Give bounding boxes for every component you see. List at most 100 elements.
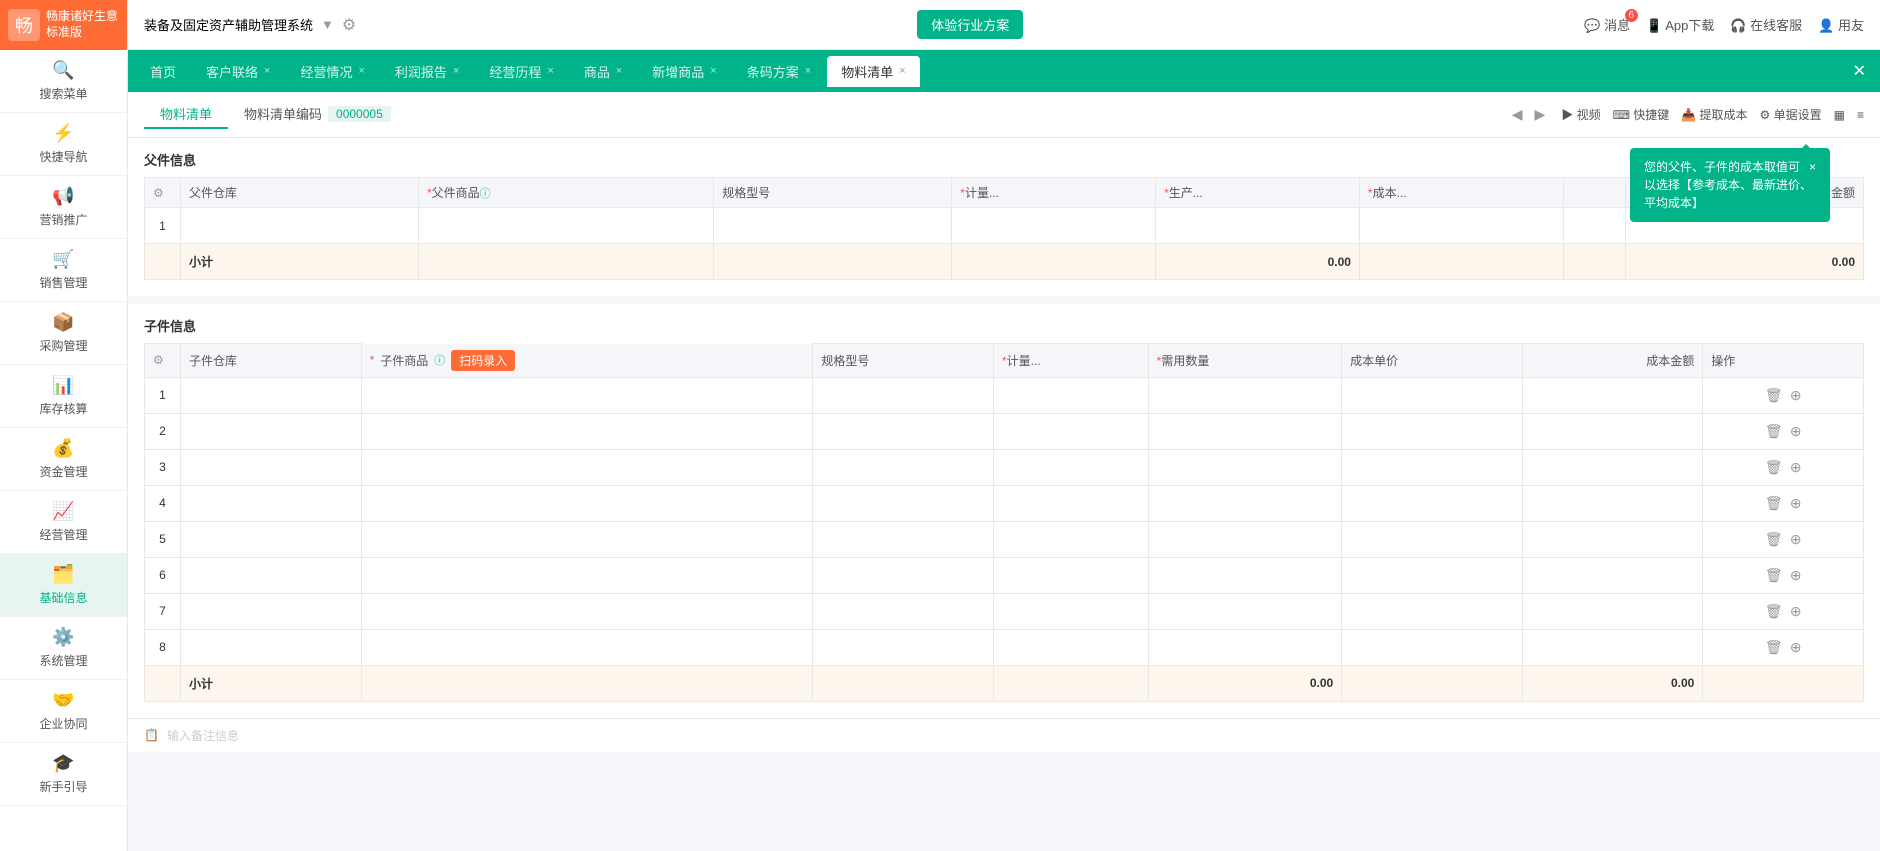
copy-icon-7[interactable]: ⊕	[1790, 603, 1802, 619]
sidebar-item-11[interactable]: 🎓新手引导	[0, 743, 127, 806]
tab-close-3[interactable]: ×	[453, 65, 459, 77]
settings-icon[interactable]: ⚙	[342, 15, 356, 35]
child-qty-cell-8[interactable]	[1148, 629, 1342, 665]
app-download-btn[interactable]: 📱 App下载	[1646, 15, 1714, 34]
extract-cost-action[interactable]: 📥 提取成本	[1681, 106, 1747, 123]
delete-icon-5[interactable]: 🗑	[1765, 531, 1783, 547]
sidebar-item-1[interactable]: ⚡快捷导航	[0, 113, 127, 176]
list-view-icon[interactable]: ≡	[1857, 108, 1864, 122]
child-amount-cell-7[interactable]	[1522, 593, 1703, 629]
delete-icon-4[interactable]: 🗑	[1765, 495, 1783, 511]
tab-close-5[interactable]: ×	[616, 65, 622, 77]
child-unit-cost-cell-8[interactable]	[1342, 629, 1523, 665]
child-spec-cell-1[interactable]	[813, 377, 994, 413]
sidebar-item-10[interactable]: 🤝企业协同	[0, 680, 127, 743]
nav-tab-2[interactable]: 经营情况 ×	[286, 56, 378, 87]
sidebar-item-5[interactable]: 📊库存核算	[0, 365, 127, 428]
view-action[interactable]: ▶ 视频	[1561, 106, 1600, 123]
tab-close-6[interactable]: ×	[710, 65, 716, 77]
child-amount-cell-1[interactable]	[1522, 377, 1703, 413]
child-warehouse-cell-5[interactable]	[181, 521, 362, 557]
child-qty-cell-1[interactable]	[1148, 377, 1342, 413]
parent-th-settings[interactable]: ⚙	[145, 178, 181, 208]
child-warehouse-cell-1[interactable]	[181, 377, 362, 413]
hint-text[interactable]: 输入备注信息	[167, 727, 239, 744]
child-warehouse-cell-2[interactable]	[181, 413, 362, 449]
tab-close-4[interactable]: ×	[547, 65, 553, 77]
tab-close-1[interactable]: ×	[264, 65, 270, 77]
delete-icon-1[interactable]: 🗑	[1765, 387, 1783, 403]
child-unit-cost-cell-3[interactable]	[1342, 449, 1523, 485]
sidebar-item-8[interactable]: 🗂️基础信息	[0, 554, 127, 617]
nav-tab-6[interactable]: 新增商品 ×	[638, 56, 730, 87]
tooltip-close-btn[interactable]: ×	[1809, 158, 1816, 176]
parent-spec-cell[interactable]	[714, 208, 952, 244]
child-amount-cell-2[interactable]	[1522, 413, 1703, 449]
tab-close-8[interactable]: ×	[899, 65, 905, 77]
child-amount-cell-3[interactable]	[1522, 449, 1703, 485]
delete-icon-6[interactable]: 🗑	[1765, 567, 1783, 583]
child-qty-cell-4[interactable]	[1148, 485, 1342, 521]
child-amount-cell-6[interactable]	[1522, 557, 1703, 593]
child-product-cell-5[interactable]	[361, 521, 813, 557]
child-unit-cost-cell-4[interactable]	[1342, 485, 1523, 521]
parent-cost-cell[interactable]	[1359, 208, 1563, 244]
sidebar-item-4[interactable]: 📦采购管理	[0, 302, 127, 365]
child-unit-cost-cell-6[interactable]	[1342, 557, 1523, 593]
sidebar-item-0[interactable]: 🔍搜索菜单	[0, 50, 127, 113]
copy-icon-4[interactable]: ⊕	[1790, 495, 1802, 511]
child-unit-cost-cell-2[interactable]	[1342, 413, 1523, 449]
grid-view-icon[interactable]: ▦	[1834, 108, 1845, 122]
nav-tab-7[interactable]: 条码方案 ×	[733, 56, 825, 87]
child-unit-cell-6[interactable]	[993, 557, 1148, 593]
child-unit-cell-2[interactable]	[993, 413, 1148, 449]
scan-input-button[interactable]: 扫码录入	[451, 350, 515, 371]
sidebar-item-7[interactable]: 📈经营管理	[0, 491, 127, 554]
user-avatar[interactable]: 👤 用友	[1818, 15, 1864, 34]
child-warehouse-cell-3[interactable]	[181, 449, 362, 485]
child-warehouse-cell-7[interactable]	[181, 593, 362, 629]
child-unit-cost-cell-7[interactable]	[1342, 593, 1523, 629]
nav-tab-5[interactable]: 商品 ×	[570, 56, 636, 87]
child-unit-cell-4[interactable]	[993, 485, 1148, 521]
parent-gear-icon[interactable]: ⚙	[153, 186, 164, 200]
child-spec-cell-2[interactable]	[813, 413, 994, 449]
child-warehouse-cell-6[interactable]	[181, 557, 362, 593]
tab-close-7[interactable]: ×	[805, 65, 811, 77]
nav-tab-8[interactable]: 物料清单 ×	[827, 56, 919, 87]
delete-icon-2[interactable]: 🗑	[1765, 423, 1783, 439]
sidebar-item-3[interactable]: 🛒销售管理	[0, 239, 127, 302]
sidebar-item-2[interactable]: 📢营销推广	[0, 176, 127, 239]
child-unit-cell-5[interactable]	[993, 521, 1148, 557]
child-unit-cost-cell-5[interactable]	[1342, 521, 1523, 557]
copy-icon-5[interactable]: ⊕	[1790, 531, 1802, 547]
copy-icon-2[interactable]: ⊕	[1790, 423, 1802, 439]
child-product-cell-6[interactable]	[361, 557, 813, 593]
shortcut-action[interactable]: ⌨ 快捷键	[1613, 106, 1670, 123]
copy-icon-1[interactable]: ⊕	[1790, 387, 1802, 403]
online-service-btn[interactable]: 🎧 在线客服	[1730, 15, 1802, 34]
sidebar-item-9[interactable]: ⚙️系统管理	[0, 617, 127, 680]
child-spec-cell-4[interactable]	[813, 485, 994, 521]
child-spec-cell-3[interactable]	[813, 449, 994, 485]
child-qty-cell-2[interactable]	[1148, 413, 1342, 449]
delete-icon-8[interactable]: 🗑	[1765, 639, 1783, 655]
child-product-cell-3[interactable]	[361, 449, 813, 485]
nav-tab-1[interactable]: 客户联络 ×	[192, 56, 284, 87]
sidebar-item-6[interactable]: 💰资金管理	[0, 428, 127, 491]
tab-close-2[interactable]: ×	[358, 65, 364, 77]
child-product-cell-7[interactable]	[361, 593, 813, 629]
next-arrow-icon[interactable]: ▶	[1530, 104, 1549, 125]
child-unit-cell-1[interactable]	[993, 377, 1148, 413]
delete-icon-3[interactable]: 🗑	[1765, 459, 1783, 475]
child-spec-cell-6[interactable]	[813, 557, 994, 593]
sub-tab-bill-list[interactable]: 物料清单	[144, 100, 228, 129]
child-gear-icon[interactable]: ⚙	[153, 353, 164, 367]
child-amount-cell-5[interactable]	[1522, 521, 1703, 557]
nav-tab-3[interactable]: 利润报告 ×	[381, 56, 473, 87]
copy-icon-3[interactable]: ⊕	[1790, 459, 1802, 475]
nav-close-all-icon[interactable]: ✕	[1847, 59, 1872, 83]
parent-unit-cell[interactable]	[952, 208, 1156, 244]
delete-icon-7[interactable]: 🗑	[1765, 603, 1783, 619]
child-warehouse-cell-4[interactable]	[181, 485, 362, 521]
